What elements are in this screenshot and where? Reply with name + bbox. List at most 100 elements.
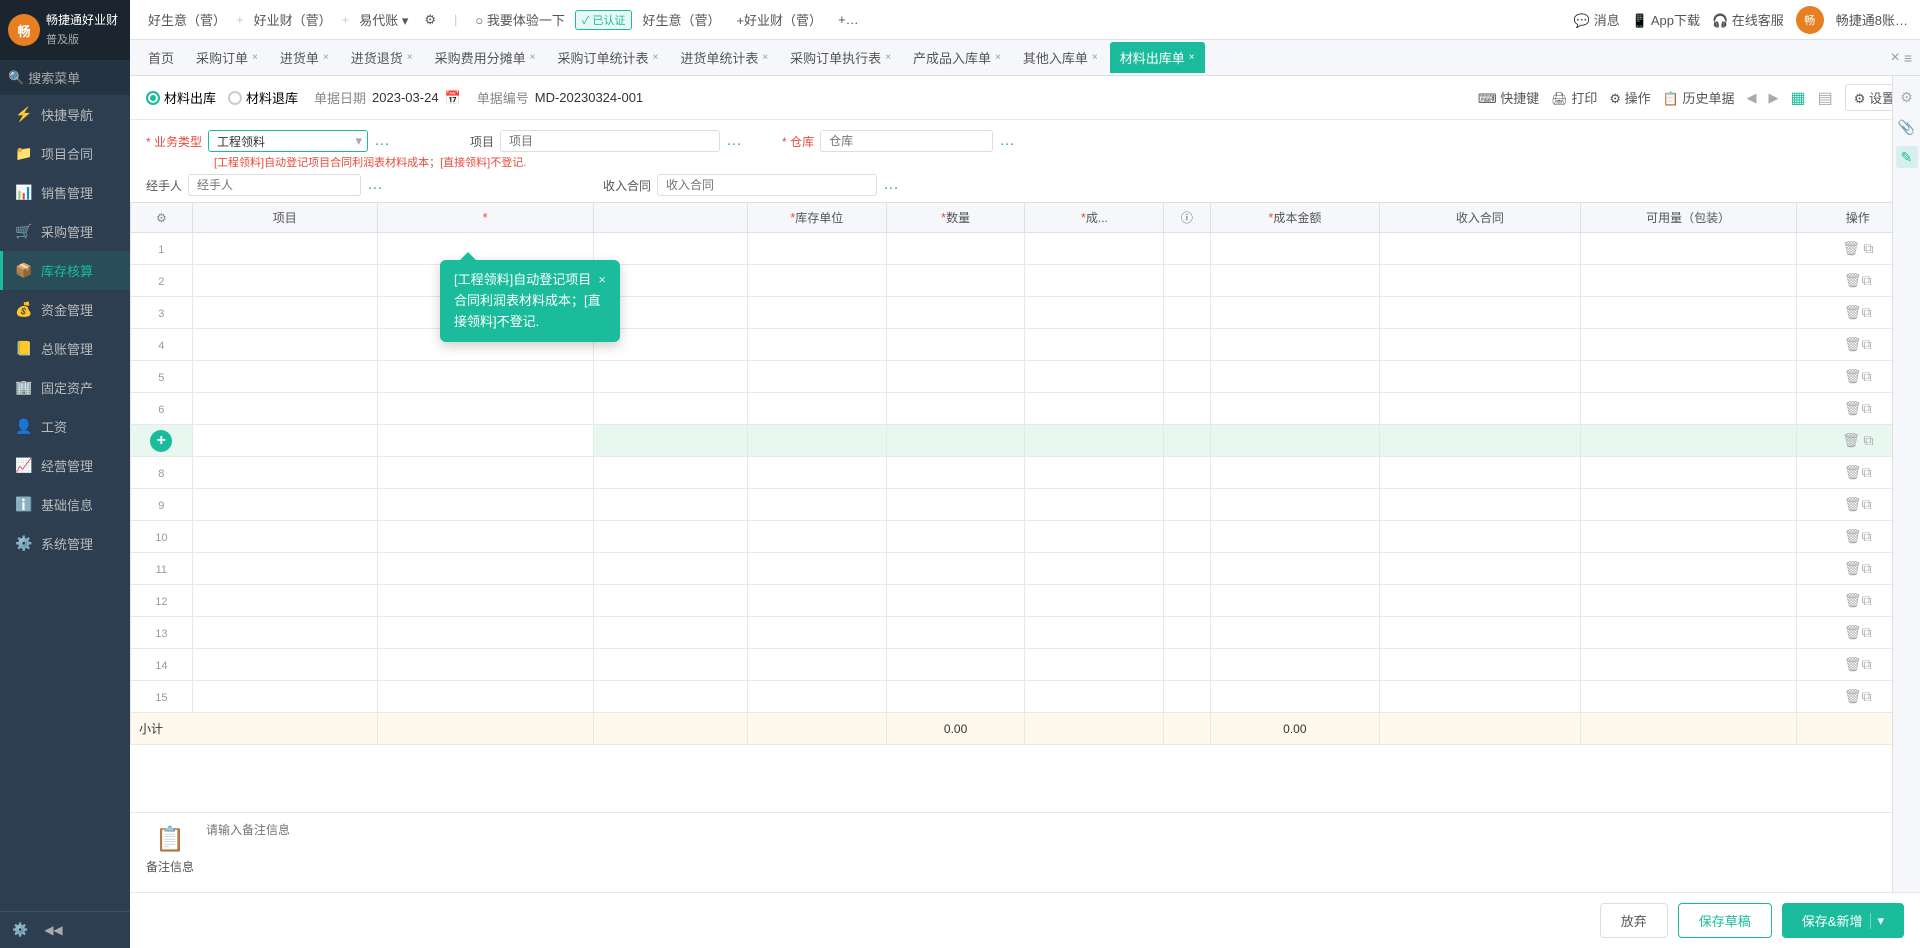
delete-row-8[interactable]: 🗑 bbox=[1844, 464, 1862, 480]
topnav-haoshengyi2[interactable]: 好生意（菅） bbox=[636, 6, 726, 33]
sidebar-item-purchase[interactable]: 🛒 采购管理 bbox=[0, 212, 130, 251]
topnav-haoyecai2[interactable]: +好业财（菅） bbox=[730, 6, 828, 33]
tab-purchase-stat[interactable]: 采购订单统计表 × bbox=[547, 42, 668, 73]
business-type-dots[interactable]: … bbox=[374, 132, 390, 150]
warehouse-dots[interactable]: … bbox=[999, 132, 1015, 150]
sidebar-item-project[interactable]: 📁 项目合同 bbox=[0, 134, 130, 173]
warehouse-input[interactable] bbox=[820, 130, 993, 152]
delete-row-14[interactable]: 🗑 bbox=[1844, 656, 1862, 672]
right-tool-settings[interactable]: ⚙ bbox=[1896, 86, 1918, 108]
copy-row-12[interactable]: ⧉ bbox=[1862, 592, 1872, 608]
delete-row-15[interactable]: 🗑 bbox=[1844, 688, 1862, 704]
topnav-more[interactable]: +… bbox=[832, 8, 865, 31]
tab-expense-split[interactable]: 采购费用分摊单 × bbox=[425, 42, 546, 73]
view-grid[interactable]: ▦ bbox=[1790, 88, 1805, 108]
view-list[interactable]: ▤ bbox=[1818, 88, 1833, 108]
copy-row-2[interactable]: ⧉ bbox=[1862, 272, 1872, 288]
tab-close-other[interactable]: × bbox=[1092, 52, 1098, 63]
settings-icon[interactable]: ⚙️ bbox=[12, 922, 28, 938]
copy-row-1[interactable]: ⧉ bbox=[1863, 240, 1873, 256]
tab-close-material[interactable]: × bbox=[1189, 52, 1195, 63]
topnav-settings-icon[interactable]: ⚙ bbox=[418, 8, 442, 32]
app-download-btn[interactable]: 📱 App下载 bbox=[1632, 10, 1700, 29]
tab-product-inbound[interactable]: 产成品入库单 × bbox=[903, 42, 1011, 73]
copy-row-6[interactable]: ⧉ bbox=[1862, 400, 1872, 416]
tab-close-execution[interactable]: × bbox=[885, 52, 891, 63]
sidebar-item-shortcut[interactable]: ⚡ 快捷导航 bbox=[0, 95, 130, 134]
handler-dots[interactable]: … bbox=[367, 176, 383, 194]
handler-input[interactable] bbox=[188, 174, 361, 196]
tab-receipt[interactable]: 进货单 × bbox=[270, 42, 339, 73]
topnav-experience[interactable]: ○ 我要体验一下 bbox=[469, 6, 570, 33]
delete-row-2[interactable]: 🗑 bbox=[1844, 272, 1862, 288]
copy-row-13[interactable]: ⧉ bbox=[1862, 624, 1872, 640]
tab-close-receipt-stat[interactable]: × bbox=[762, 52, 768, 63]
project-input[interactable] bbox=[500, 130, 720, 152]
tab-material-outbound[interactable]: 材料出库单 × bbox=[1110, 42, 1205, 73]
sidebar-item-inventory[interactable]: 📦 库存核算 bbox=[0, 251, 130, 290]
copy-row-14[interactable]: ⧉ bbox=[1862, 656, 1872, 672]
table-container[interactable]: ⚙ 项目 * *库存单位 *数量 *成... ⓘ *成本金额 收入合同 可用量（… bbox=[130, 202, 1920, 812]
notes-input[interactable] bbox=[206, 821, 1904, 849]
online-service-btn[interactable]: 🎧 在线客服 bbox=[1712, 10, 1784, 29]
delete-row-5[interactable]: 🗑 bbox=[1844, 368, 1862, 384]
tab-menu[interactable]: ≡ bbox=[1904, 50, 1912, 66]
add-row-material-input[interactable] bbox=[384, 434, 587, 448]
copy-row-5[interactable]: ⧉ bbox=[1862, 368, 1872, 384]
tab-receipt-stat[interactable]: 进货单统计表 × bbox=[670, 42, 778, 73]
copy-row-9[interactable]: ⧉ bbox=[1862, 496, 1872, 512]
sidebar-item-operations[interactable]: 📈 经营管理 bbox=[0, 446, 130, 485]
radio-material-return[interactable]: 材料退库 bbox=[228, 88, 298, 107]
calendar-icon[interactable]: 📅 bbox=[445, 90, 461, 106]
tooltip-close-btn[interactable]: × bbox=[598, 270, 606, 291]
message-btn[interactable]: 💬 消息 bbox=[1574, 10, 1620, 29]
copy-row-11[interactable]: ⧉ bbox=[1862, 560, 1872, 576]
topnav-haoyecai[interactable]: 好业财（菅） bbox=[248, 6, 338, 33]
tab-close-purchase-stat[interactable]: × bbox=[652, 52, 658, 63]
sidebar-item-system[interactable]: ⚙️ 系统管理 bbox=[0, 524, 130, 563]
topnav-yidaizhang[interactable]: 易代账 ▾ bbox=[353, 6, 414, 33]
sidebar-search[interactable]: 🔍 搜索菜单 bbox=[0, 60, 130, 95]
delete-row-6[interactable]: 🗑 bbox=[1844, 400, 1862, 416]
sidebar-item-basic[interactable]: ℹ️ 基础信息 bbox=[0, 485, 130, 524]
shortcut-key-btn[interactable]: ⌨ 快捷键 bbox=[1478, 88, 1539, 107]
sidebar-item-assets[interactable]: 🏢 固定资产 bbox=[0, 368, 130, 407]
add-row-item-input[interactable] bbox=[199, 434, 371, 448]
username[interactable]: 畅捷通8账… bbox=[1836, 10, 1908, 29]
right-tool-attach[interactable]: 📎 bbox=[1896, 116, 1918, 138]
tab-close-purchase-order[interactable]: × bbox=[252, 52, 258, 63]
copy-row-8[interactable]: ⧉ bbox=[1862, 464, 1872, 480]
tab-other-inbound[interactable]: 其他入库单 × bbox=[1013, 42, 1108, 73]
delete-row-11[interactable]: 🗑 bbox=[1844, 560, 1862, 576]
sidebar-item-salary[interactable]: 👤 工资 bbox=[0, 407, 130, 446]
copy-row-3[interactable]: ⧉ bbox=[1862, 304, 1872, 320]
collapse-icon[interactable]: ◀◀ bbox=[44, 923, 62, 937]
income-contract-dots[interactable]: … bbox=[883, 176, 899, 194]
tab-close-expense[interactable]: × bbox=[530, 52, 536, 63]
tab-home[interactable]: 首页 bbox=[138, 42, 184, 73]
delete-row-10[interactable]: 🗑 bbox=[1844, 528, 1862, 544]
save-new-dropdown-icon[interactable]: ▾ bbox=[1870, 913, 1884, 929]
discard-button[interactable]: 放弃 bbox=[1600, 903, 1668, 938]
business-type-input[interactable] bbox=[208, 130, 368, 152]
copy-row-4[interactable]: ⧉ bbox=[1862, 336, 1872, 352]
copy-row-7[interactable]: ⧉ bbox=[1863, 432, 1873, 448]
next-record[interactable]: ▶ bbox=[1768, 90, 1778, 106]
delete-row-4[interactable]: 🗑 bbox=[1844, 336, 1862, 352]
copy-row-10[interactable]: ⧉ bbox=[1862, 528, 1872, 544]
save-draft-button[interactable]: 保存草稿 bbox=[1678, 903, 1772, 938]
delete-row-12[interactable]: 🗑 bbox=[1844, 592, 1862, 608]
save-new-button[interactable]: 保存&新增 ▾ bbox=[1782, 903, 1904, 938]
sidebar-item-sales[interactable]: 📊 销售管理 bbox=[0, 173, 130, 212]
print-btn[interactable]: 🖨 打印 bbox=[1551, 88, 1597, 107]
delete-row-13[interactable]: 🗑 bbox=[1844, 624, 1862, 640]
tab-close-all[interactable]: × bbox=[1890, 49, 1899, 67]
delete-row-9[interactable]: 🗑 bbox=[1844, 496, 1862, 512]
project-dots[interactable]: … bbox=[726, 132, 742, 150]
history-btn[interactable]: 📋 历史单据 bbox=[1663, 88, 1735, 107]
col-settings[interactable]: ⚙ bbox=[131, 203, 193, 233]
delete-row-7[interactable]: 🗑 bbox=[1842, 432, 1860, 448]
sidebar-item-finance[interactable]: 💰 资金管理 bbox=[0, 290, 130, 329]
income-contract-input[interactable] bbox=[657, 174, 877, 196]
delete-row-3[interactable]: 🗑 bbox=[1844, 304, 1862, 320]
